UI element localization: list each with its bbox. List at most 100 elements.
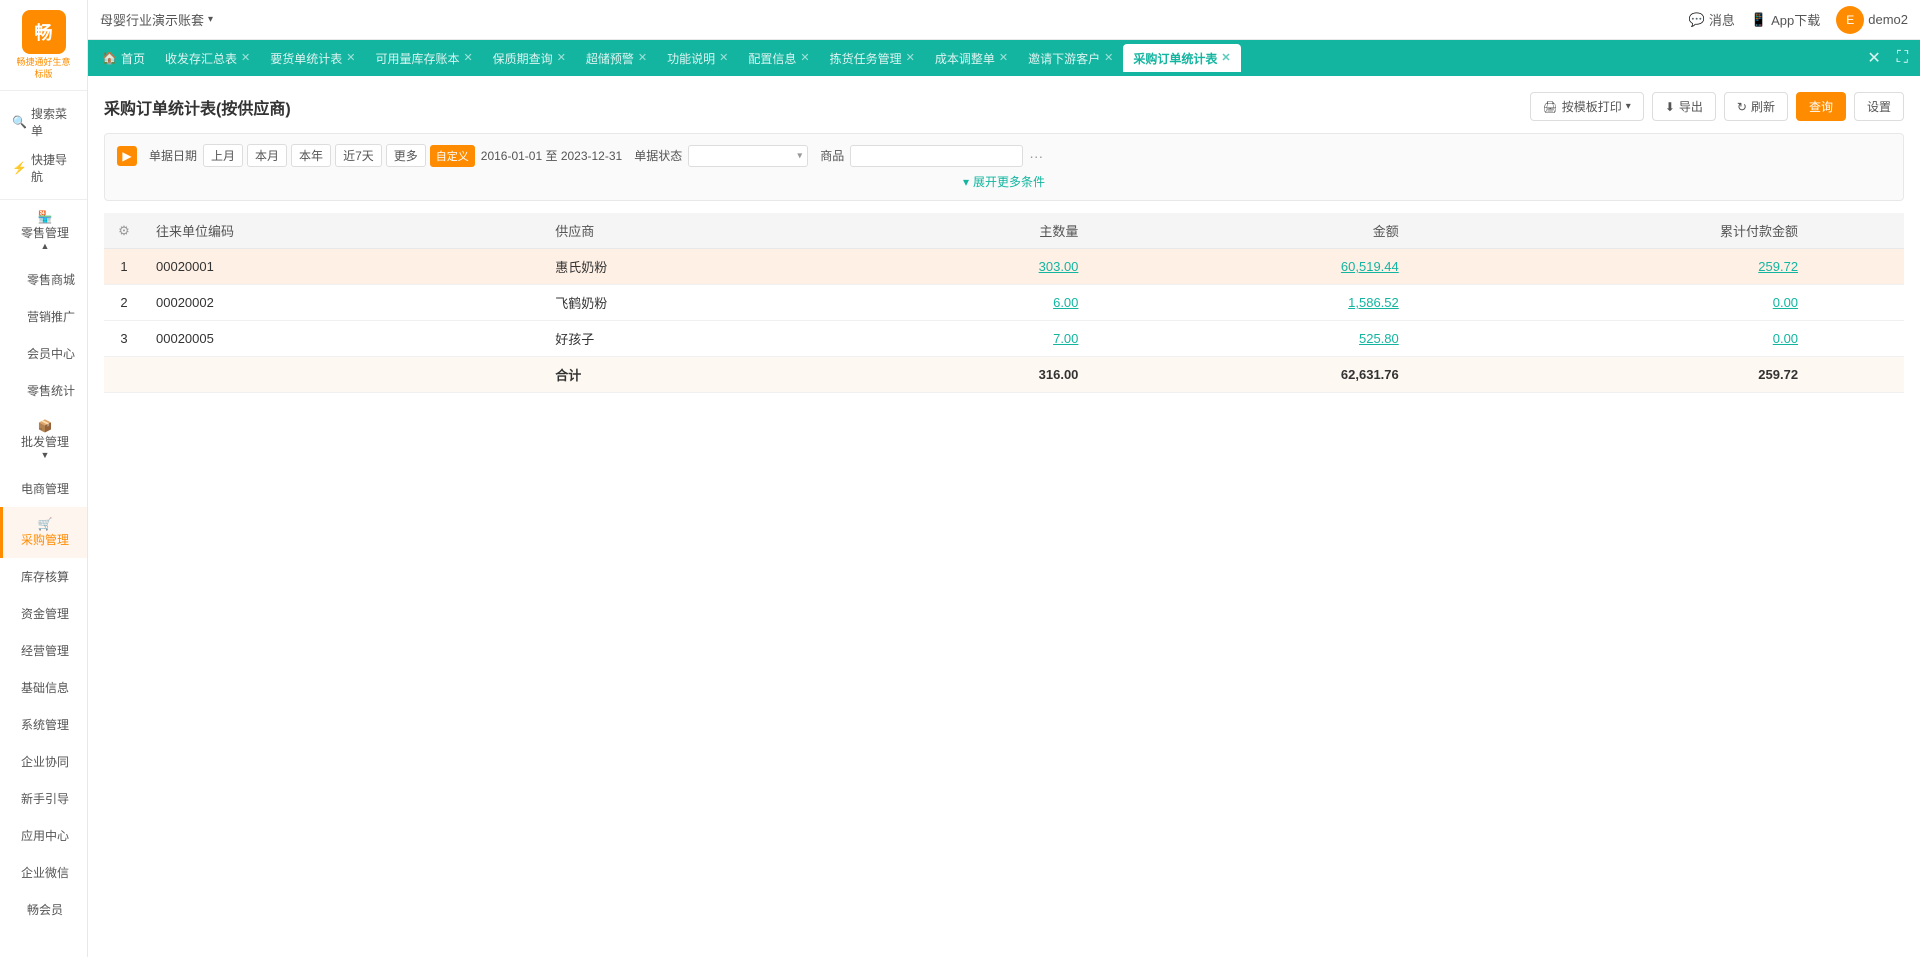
- tab-collect[interactable]: 收发存汇总表 ✕: [155, 44, 260, 72]
- sidebar-item-basic-info[interactable]: 基础信息: [0, 669, 87, 706]
- row-num-2: 2: [104, 285, 144, 321]
- footer-quantity: 316.00: [841, 357, 1091, 393]
- export-button[interactable]: ⬇ 导出: [1652, 92, 1716, 121]
- app-download-button[interactable]: 📱 App下载: [1751, 10, 1820, 29]
- quick-nav-item[interactable]: ⚡ 快捷导航: [8, 145, 79, 191]
- tab-config-info[interactable]: 配置信息 ✕: [738, 44, 819, 72]
- tab-close-icon[interactable]: ✕: [1221, 53, 1230, 64]
- amount-link-2[interactable]: 1,586.52: [1348, 295, 1399, 310]
- settings-col-header: ⚙: [104, 213, 144, 249]
- sidebar-item-wholesale[interactable]: 📦 批发管理 ▼: [0, 409, 87, 470]
- tab-fullscreen-icon[interactable]: ⛶: [1893, 47, 1912, 69]
- sidebar-item-vip[interactable]: 畅会员: [0, 891, 87, 928]
- extra-cell-1: [1810, 249, 1904, 285]
- tab-close-icon[interactable]: ✕: [800, 53, 809, 64]
- tab-home[interactable]: 🏠 首页: [92, 44, 155, 72]
- header-row: ⚙ 往来单位编码 供应商 主数量 金额 累计付款金额: [104, 213, 1904, 249]
- table-row: 3 00020005 好孩子 7.00 525.80 0.00: [104, 321, 1904, 357]
- topbar-right: 💬 消息 📱 App下载 E demo2: [1689, 6, 1908, 34]
- sidebar-item-app-center[interactable]: 应用中心: [0, 817, 87, 854]
- printer-icon: 🖨: [1543, 100, 1558, 114]
- chevron-icon: ▲: [41, 241, 50, 251]
- tab-overstock[interactable]: 超储预警 ✕: [576, 44, 657, 72]
- column-settings-icon[interactable]: ⚙: [116, 223, 132, 239]
- logo-area: 畅 畅捷通好生意 标版: [0, 0, 87, 91]
- paid-link-3[interactable]: 0.00: [1773, 331, 1798, 346]
- logo-text: 畅捷通好生意 标版: [16, 57, 70, 80]
- message-button[interactable]: 💬 消息: [1689, 10, 1735, 29]
- this-month-btn[interactable]: 本月: [247, 144, 287, 167]
- tab-close-icon[interactable]: ✕: [906, 53, 915, 64]
- sidebar-item-finance[interactable]: 资金管理: [0, 595, 87, 632]
- amount-link-3[interactable]: 525.80: [1359, 331, 1399, 346]
- footer-amount: 62,631.76: [1090, 357, 1410, 393]
- tab-order-summary[interactable]: 要货单统计表 ✕: [260, 44, 365, 72]
- amount-link-1[interactable]: 60,519.44: [1341, 259, 1399, 274]
- sidebar-item-operations[interactable]: 经营管理: [0, 632, 87, 669]
- this-year-btn[interactable]: 本年: [291, 144, 331, 167]
- tab-purchase-summary[interactable]: 采购订单统计表 ✕: [1123, 44, 1240, 72]
- custom-date-btn[interactable]: 自定义: [430, 145, 475, 167]
- sidebar-item-retail-stats[interactable]: 零售统计: [0, 372, 87, 409]
- tab-close-icon[interactable]: ✕: [557, 53, 566, 64]
- settings-button[interactable]: 设置: [1854, 92, 1904, 121]
- print-button[interactable]: 🖨 按模板打印 ▾: [1530, 92, 1644, 121]
- goods-input[interactable]: [850, 145, 1023, 167]
- compass-icon: ⚡: [12, 161, 27, 175]
- sidebar-item-ecommerce[interactable]: 电商管理: [0, 470, 87, 507]
- tab-close-all-icon[interactable]: ✕: [1863, 46, 1884, 70]
- filter-status: 单据状态: [634, 145, 808, 167]
- tab-close-icon[interactable]: ✕: [346, 53, 355, 64]
- tab-close-icon[interactable]: ✕: [999, 53, 1008, 64]
- paid-link-2[interactable]: 0.00: [1773, 295, 1798, 310]
- tab-shelf-life[interactable]: 保质期查询 ✕: [483, 44, 576, 72]
- workspace-selector[interactable]: 母婴行业演示账套 ▾: [100, 10, 213, 29]
- sidebar-item-purchase[interactable]: 🛒 采购管理: [0, 507, 87, 558]
- sidebar-item-retail[interactable]: 🏪 零售管理 ▲: [0, 200, 87, 261]
- supplier-cell-2: 飞鹤奶粉: [543, 285, 841, 321]
- tab-close-icon[interactable]: ✕: [463, 53, 472, 64]
- paid-cell-1: 259.72: [1411, 249, 1810, 285]
- sidebar-item-member[interactable]: 会员中心: [0, 335, 87, 372]
- amount-col-header: 金额: [1090, 213, 1410, 249]
- last-month-btn[interactable]: 上月: [203, 144, 243, 167]
- sidebar-item-inventory[interactable]: 库存核算: [0, 558, 87, 595]
- quantity-link-3[interactable]: 7.00: [1053, 331, 1078, 346]
- filter-toggle[interactable]: ▶: [117, 146, 137, 166]
- last-7-days-btn[interactable]: 近7天: [335, 144, 382, 167]
- tab-function-desc[interactable]: 功能说明 ✕: [657, 44, 738, 72]
- tab-pick-task[interactable]: 拣货任务管理 ✕: [820, 44, 925, 72]
- quantity-link-1[interactable]: 303.00: [1039, 259, 1079, 274]
- topbar-left: 母婴行业演示账套 ▾: [100, 10, 213, 29]
- tab-close-icon[interactable]: ✕: [719, 53, 728, 64]
- sidebar-item-marketing[interactable]: 营销推广: [0, 298, 87, 335]
- sidebar-item-cooperation[interactable]: 企业协同: [0, 743, 87, 780]
- refresh-button[interactable]: ↻ 刷新: [1724, 92, 1788, 121]
- user-menu[interactable]: E demo2: [1836, 6, 1908, 34]
- tab-invite-downstream[interactable]: 邀请下游客户 ✕: [1018, 44, 1123, 72]
- tab-close-icon[interactable]: ✕: [1104, 53, 1113, 64]
- home-icon: 🏠: [102, 51, 117, 65]
- print-dropdown-icon: ▾: [1626, 101, 1631, 112]
- supplier-cell-1: 惠氏奶粉: [543, 249, 841, 285]
- tab-cost-adjust[interactable]: 成本调整单 ✕: [925, 44, 1018, 72]
- tab-close-icon[interactable]: ✕: [241, 53, 250, 64]
- table-body: 1 00020001 惠氏奶粉 303.00 60,519.44 259.72: [104, 249, 1904, 357]
- tab-available-stock[interactable]: 可用量库存账本 ✕: [365, 44, 482, 72]
- query-button[interactable]: 查询: [1796, 92, 1846, 121]
- sidebar-item-new-guide[interactable]: 新手引导: [0, 780, 87, 817]
- sidebar-item-retail-mall[interactable]: 零售商城: [0, 261, 87, 298]
- quantity-link-2[interactable]: 6.00: [1053, 295, 1078, 310]
- paid-link-1[interactable]: 259.72: [1758, 259, 1798, 274]
- more-date-btn[interactable]: 更多: [386, 144, 426, 167]
- extra-col-header: [1810, 213, 1904, 249]
- tab-close-icon[interactable]: ✕: [638, 53, 647, 64]
- status-label: 单据状态: [634, 147, 682, 164]
- search-menu-item[interactable]: 🔍 搜索菜单: [8, 99, 79, 145]
- status-select[interactable]: [688, 145, 808, 167]
- sidebar-item-wechat[interactable]: 企业微信: [0, 854, 87, 891]
- table-row: 1 00020001 惠氏奶粉 303.00 60,519.44 259.72: [104, 249, 1904, 285]
- sidebar-item-system[interactable]: 系统管理: [0, 706, 87, 743]
- expand-more-btn[interactable]: ▾ 展开更多条件: [963, 173, 1045, 190]
- more-options-icon[interactable]: ···: [1029, 148, 1043, 164]
